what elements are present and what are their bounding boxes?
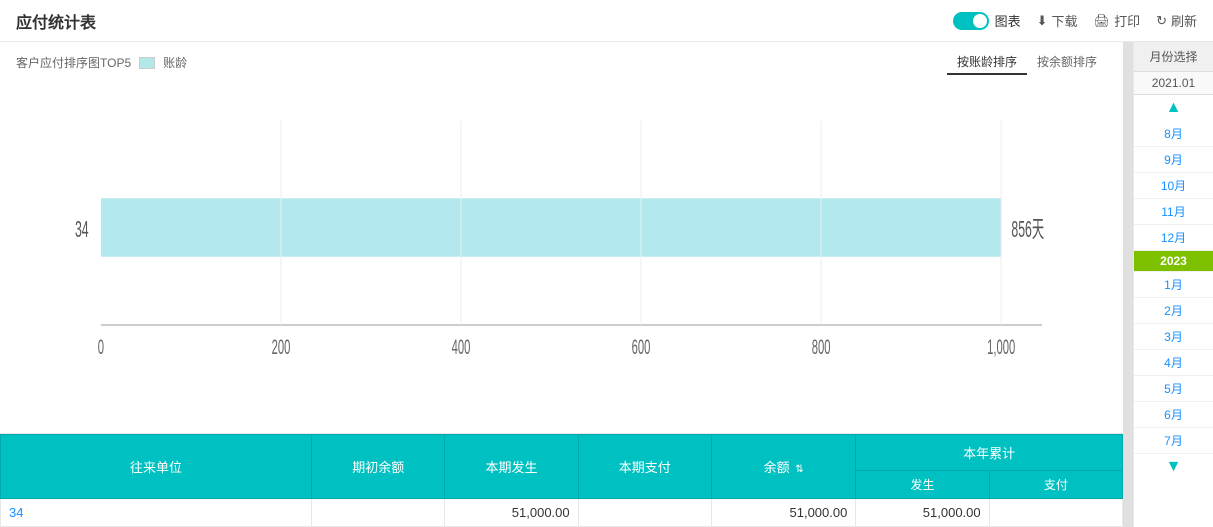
chart-toggle[interactable]: [953, 12, 989, 30]
table-body: 34 51,000.00 51,000.00 51,000.00: [1, 499, 1123, 527]
download-icon: ⬇: [1037, 13, 1048, 29]
svg-text:400: 400: [452, 335, 471, 359]
svg-text:0: 0: [98, 335, 104, 359]
month-6[interactable]: 6月: [1134, 402, 1213, 428]
month-list: ▲ 8月 9月 10月 11月 12月 2023 1月 2月 3月 4月 5月 …: [1134, 95, 1213, 480]
data-table: 往来单位 期初余额 本期发生 本期支付 余额 ⇅ 本年累计: [0, 434, 1123, 527]
col-opening: 期初余额: [312, 435, 445, 499]
balance-sort-icon: ⇅: [795, 464, 803, 475]
month-8[interactable]: 8月: [1134, 121, 1213, 147]
chart-title: 客户应付排序图TOP5: [16, 54, 131, 71]
month-10[interactable]: 10月: [1134, 173, 1213, 199]
chart-toggle-group: 图表: [953, 11, 1021, 30]
month-4[interactable]: 4月: [1134, 350, 1213, 376]
cell-ytd-occ: 51,000.00: [856, 499, 989, 527]
svg-text:800: 800: [812, 335, 831, 359]
chart-header: 客户应付排序图TOP5 账龄 按账龄排序 按余额排序: [0, 42, 1123, 83]
cell-current-pay: [578, 499, 711, 527]
svg-text:856天: 856天: [1011, 216, 1044, 242]
month-2[interactable]: 2月: [1134, 298, 1213, 324]
table-header-row: 往来单位 期初余额 本期发生 本期支付 余额 ⇅ 本年累计: [1, 435, 1123, 471]
col-ytd-occ: 发生: [856, 471, 989, 499]
table-section: 往来单位 期初余额 本期发生 本期支付 余额 ⇅ 本年累计: [0, 433, 1123, 527]
print-icon: 🖨: [1094, 13, 1111, 29]
month-3[interactable]: 3月: [1134, 324, 1213, 350]
year-2023-label: 2023: [1134, 251, 1213, 272]
legend-box: [139, 57, 155, 69]
month-11[interactable]: 11月: [1134, 199, 1213, 225]
month-5[interactable]: 5月: [1134, 376, 1213, 402]
cell-unit: 34: [1, 499, 312, 527]
month-9[interactable]: 9月: [1134, 147, 1213, 173]
header-actions: 图表 ⬇ 下载 🖨 打印 ↻ 刷新: [953, 11, 1197, 30]
col-ytd-group: 本年累计: [856, 435, 1123, 471]
resize-divider[interactable]: [1123, 42, 1133, 527]
cell-current-occ: 51,000.00: [445, 499, 578, 527]
cell-balance: 51,000.00: [711, 499, 855, 527]
chart-area: 34 856天 0 200 400 600 800 1,000: [0, 83, 1123, 433]
chart-section: 客户应付排序图TOP5 账龄 按账龄排序 按余额排序: [0, 42, 1123, 527]
print-label: 打印: [1114, 11, 1140, 30]
svg-text:1,000: 1,000: [987, 335, 1015, 359]
refresh-label: 刷新: [1171, 11, 1197, 30]
sort-tabs: 按账龄排序 按余额排序: [947, 50, 1107, 75]
download-button[interactable]: ⬇ 下载: [1037, 11, 1078, 30]
download-label: 下载: [1052, 11, 1078, 30]
col-current-occ: 本期发生: [445, 435, 578, 499]
sort-tab-balance[interactable]: 按余额排序: [1027, 50, 1107, 75]
right-sidebar: 月份选择 ▲ 8月 9月 10月 11月 12月 2023 1月 2月 3月 4…: [1133, 42, 1213, 527]
col-unit: 往来单位: [1, 435, 312, 499]
nav-up-arrow[interactable]: ▲: [1162, 95, 1186, 121]
header: 应付统计表 图表 ⬇ 下载 🖨 打印 ↻ 刷新: [0, 0, 1213, 42]
sidebar-header: 月份选择: [1134, 42, 1213, 72]
month-12[interactable]: 12月: [1134, 225, 1213, 251]
refresh-button[interactable]: ↻ 刷新: [1156, 11, 1197, 30]
col-balance-text: 余额: [764, 460, 790, 475]
bar-rect: [101, 198, 1001, 257]
page-title: 应付统计表: [16, 9, 96, 33]
chart-svg: 34 856天 0 200 400 600 800 1,000: [60, 91, 1083, 403]
month-7[interactable]: 7月: [1134, 428, 1213, 454]
svg-text:34: 34: [75, 216, 89, 242]
svg-text:200: 200: [272, 335, 291, 359]
toggle-label: 图表: [995, 11, 1021, 30]
chart-legend: 客户应付排序图TOP5 账龄: [16, 54, 187, 71]
month-1[interactable]: 1月: [1134, 272, 1213, 298]
unit-link[interactable]: 34: [9, 505, 23, 520]
refresh-icon: ↻: [1156, 13, 1167, 29]
main-content: 客户应付排序图TOP5 账龄 按账龄排序 按余额排序: [0, 42, 1213, 527]
sort-tab-age[interactable]: 按账龄排序: [947, 50, 1027, 75]
cell-opening: [312, 499, 445, 527]
year-input[interactable]: [1134, 72, 1213, 95]
col-ytd-pay: 支付: [989, 471, 1122, 499]
table-row: 34 51,000.00 51,000.00 51,000.00: [1, 499, 1123, 527]
nav-down-arrow[interactable]: ▼: [1162, 454, 1186, 480]
col-current-pay: 本期支付: [578, 435, 711, 499]
svg-text:600: 600: [632, 335, 651, 359]
print-button[interactable]: 🖨 打印: [1094, 11, 1141, 30]
table-wrapper: 往来单位 期初余额 本期发生 本期支付 余额 ⇅ 本年累计: [0, 434, 1123, 527]
col-balance: 余额 ⇅: [711, 435, 855, 499]
cell-ytd-pay: [989, 499, 1122, 527]
legend-label: 账龄: [163, 54, 187, 71]
app-container: 应付统计表 图表 ⬇ 下载 🖨 打印 ↻ 刷新: [0, 0, 1213, 527]
